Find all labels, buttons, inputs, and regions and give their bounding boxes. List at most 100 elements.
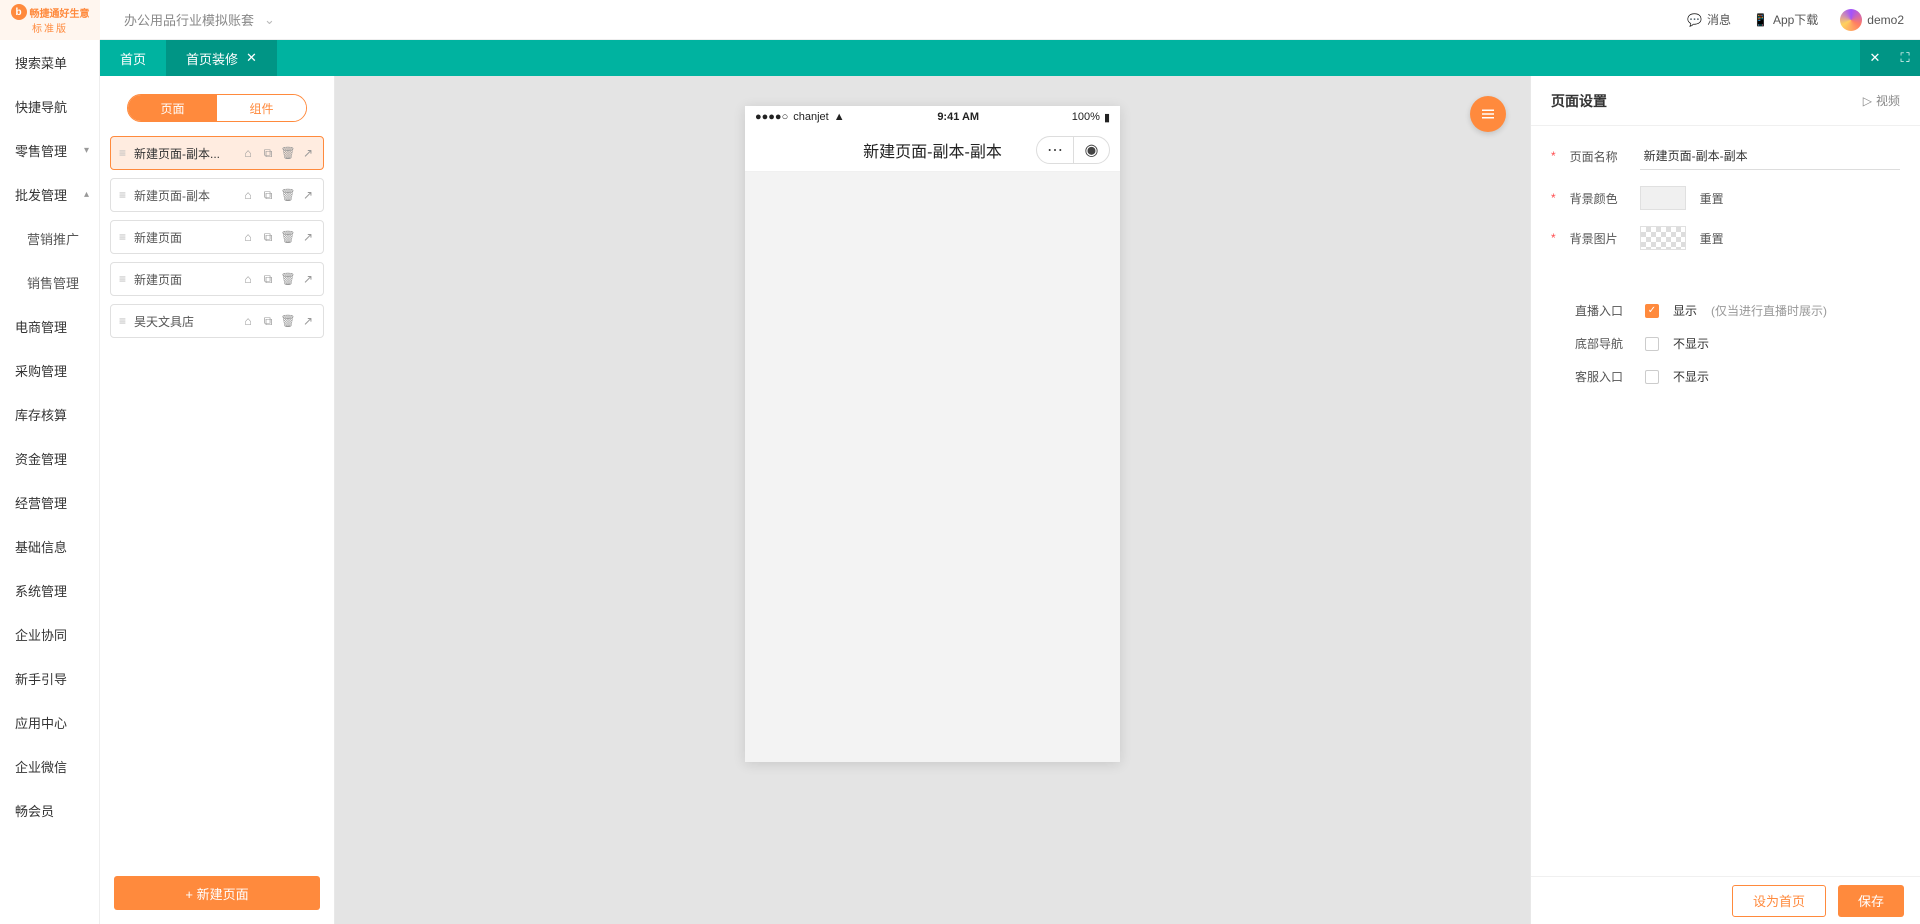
copy-icon[interactable]: ⧉ — [261, 230, 275, 244]
account-selector[interactable]: 办公用品行业模拟账套 ⌄ — [124, 10, 275, 29]
sidebar-item[interactable]: 新手引导 — [0, 656, 99, 700]
sidebar-item[interactable]: 电商管理 — [0, 304, 99, 348]
sidebar-item[interactable]: 采购管理 — [0, 348, 99, 392]
sidebar-item-label: 资金管理 — [15, 449, 67, 468]
home-icon[interactable]: ⌂ — [241, 272, 255, 286]
sidebar-item-label: 搜索菜单 — [15, 53, 67, 72]
phone-status-bar: ●●●●○ chanjet ▲ 9:41 AM 100% ▮ — [745, 106, 1120, 128]
drag-handle-icon[interactable]: ≡ — [119, 230, 126, 244]
page-list-item[interactable]: ≡新建页面⌂⧉🗑↗ — [110, 220, 324, 254]
phone-page-body[interactable] — [745, 172, 1120, 762]
workspace-tab[interactable]: 首页装修 ✕ — [166, 40, 277, 76]
sidebar-item[interactable]: 畅会员 — [0, 788, 99, 832]
drag-handle-icon[interactable]: ≡ — [119, 146, 126, 160]
live-hint: (仅当进行直播时展示) — [1711, 302, 1827, 319]
sidebar-item[interactable]: 销售管理 — [0, 260, 99, 304]
sidebar-item[interactable]: 系统管理 — [0, 568, 99, 612]
new-page-button[interactable]: + 新建页面 — [114, 876, 320, 910]
field-live-entry: 直播入口 ✓ 显示 (仅当进行直播时展示) — [1551, 302, 1900, 319]
phone-icon: 📱 — [1753, 13, 1768, 27]
delete-icon[interactable]: 🗑 — [281, 230, 295, 244]
sidebar-item-label: 销售管理 — [27, 273, 79, 292]
bottomnav-checkbox[interactable] — [1645, 337, 1659, 351]
service-checkbox[interactable] — [1645, 370, 1659, 384]
sidebar-item[interactable]: 经营管理 — [0, 480, 99, 524]
sidebar-item[interactable]: 库存核算 — [0, 392, 99, 436]
home-icon[interactable]: ⌂ — [241, 314, 255, 328]
tab-label: 首页装修 — [186, 49, 238, 68]
copy-icon[interactable]: ⧉ — [261, 272, 275, 286]
menu-icon — [1479, 105, 1497, 123]
sidebar-item-label: 采购管理 — [15, 361, 67, 380]
home-icon[interactable]: ⌂ — [241, 146, 255, 160]
fullscreen-button[interactable]: ⛶ — [1890, 40, 1920, 76]
set-home-button[interactable]: 设为首页 — [1732, 885, 1826, 917]
more-icon[interactable]: ⋯ — [1037, 137, 1073, 163]
account-name: 办公用品行业模拟账套 — [124, 10, 254, 29]
settings-footer: 设为首页 保存 — [1531, 876, 1920, 924]
service-value: 不显示 — [1673, 368, 1709, 385]
share-icon[interactable]: ↗ — [301, 230, 315, 244]
required-mark: * — [1551, 231, 1556, 245]
sidebar-item[interactable]: 零售管理▾ — [0, 128, 99, 172]
phone-time: 9:41 AM — [845, 111, 1072, 123]
sidebar-item[interactable]: 应用中心 — [0, 700, 99, 744]
share-icon[interactable]: ↗ — [301, 272, 315, 286]
tab-component[interactable]: 组件 — [217, 95, 306, 121]
sidebar-item[interactable]: 资金管理 — [0, 436, 99, 480]
bg-color-reset[interactable]: 重置 — [1700, 190, 1724, 207]
drag-handle-icon[interactable]: ≡ — [119, 272, 126, 286]
sidebar-item[interactable]: 企业协同 — [0, 612, 99, 656]
drag-handle-icon[interactable]: ≡ — [119, 314, 126, 328]
workspace-tab[interactable]: 首页 — [100, 40, 166, 76]
delete-icon[interactable]: 🗑 — [281, 272, 295, 286]
play-icon: ▷ — [1863, 94, 1872, 108]
target-icon[interactable]: ◉ — [1073, 137, 1109, 163]
page-name-input[interactable] — [1640, 142, 1900, 170]
sidebar-item[interactable]: 营销推广 — [0, 216, 99, 260]
video-help-link[interactable]: ▷ 视频 — [1863, 92, 1900, 109]
share-icon[interactable]: ↗ — [301, 146, 315, 160]
page-list-item[interactable]: ≡新建页面-副本⌂⧉🗑↗ — [110, 178, 324, 212]
close-icon[interactable]: ✕ — [246, 50, 257, 66]
sidebar-item[interactable]: 搜索菜单 — [0, 40, 99, 84]
copy-icon[interactable]: ⧉ — [261, 188, 275, 202]
bg-color-swatch[interactable] — [1640, 186, 1686, 210]
field-bg-color: * 背景颜色 重置 — [1551, 186, 1900, 210]
save-button[interactable]: 保存 — [1838, 885, 1904, 917]
messages-link[interactable]: 💬 消息 — [1687, 11, 1731, 28]
home-icon[interactable]: ⌂ — [241, 188, 255, 202]
page-list-item[interactable]: ≡昊天文具店⌂⧉🗑↗ — [110, 304, 324, 338]
share-icon[interactable]: ↗ — [301, 314, 315, 328]
copy-icon[interactable]: ⧉ — [261, 314, 275, 328]
settings-body: * 页面名称 * 背景颜色 重置 * 背景图片 重置 直播入口 ✓ 显 — [1531, 126, 1920, 401]
sidebar-item-label: 快捷导航 — [15, 97, 67, 116]
sidebar-item[interactable]: 企业微信 — [0, 744, 99, 788]
sidebar-item-label: 系统管理 — [15, 581, 67, 600]
share-icon[interactable]: ↗ — [301, 188, 315, 202]
sidebar-item-label: 电商管理 — [15, 317, 67, 336]
page-list-item[interactable]: ≡新建页面-副本...⌂⧉🗑↗ — [110, 136, 324, 170]
close-all-button[interactable]: ✕ — [1860, 40, 1890, 76]
bg-image-reset[interactable]: 重置 — [1700, 230, 1724, 247]
page-list-item[interactable]: ≡新建页面⌂⧉🗑↗ — [110, 262, 324, 296]
delete-icon[interactable]: 🗑 — [281, 146, 295, 160]
bg-image-swatch[interactable] — [1640, 226, 1686, 250]
component-panel-toggle[interactable] — [1470, 96, 1506, 132]
avatar-icon — [1840, 9, 1862, 31]
sidebar-item[interactable]: 批发管理▴ — [0, 172, 99, 216]
app-download-link[interactable]: 📱 App下载 — [1753, 11, 1818, 28]
home-icon[interactable]: ⌂ — [241, 230, 255, 244]
copy-icon[interactable]: ⧉ — [261, 146, 275, 160]
brand-logo[interactable]: b 畅捷通好生意 标准版 — [0, 0, 100, 40]
delete-icon[interactable]: 🗑 — [281, 188, 295, 202]
drag-handle-icon[interactable]: ≡ — [119, 188, 126, 202]
sidebar-item[interactable]: 快捷导航 — [0, 84, 99, 128]
wifi-icon: ▲ — [834, 111, 845, 123]
delete-icon[interactable]: 🗑 — [281, 314, 295, 328]
miniapp-capsule: ⋯ ◉ — [1036, 136, 1110, 164]
user-menu[interactable]: demo2 — [1840, 9, 1904, 31]
live-checkbox[interactable]: ✓ — [1645, 304, 1659, 318]
sidebar-item[interactable]: 基础信息 — [0, 524, 99, 568]
tab-page[interactable]: 页面 — [128, 95, 217, 121]
